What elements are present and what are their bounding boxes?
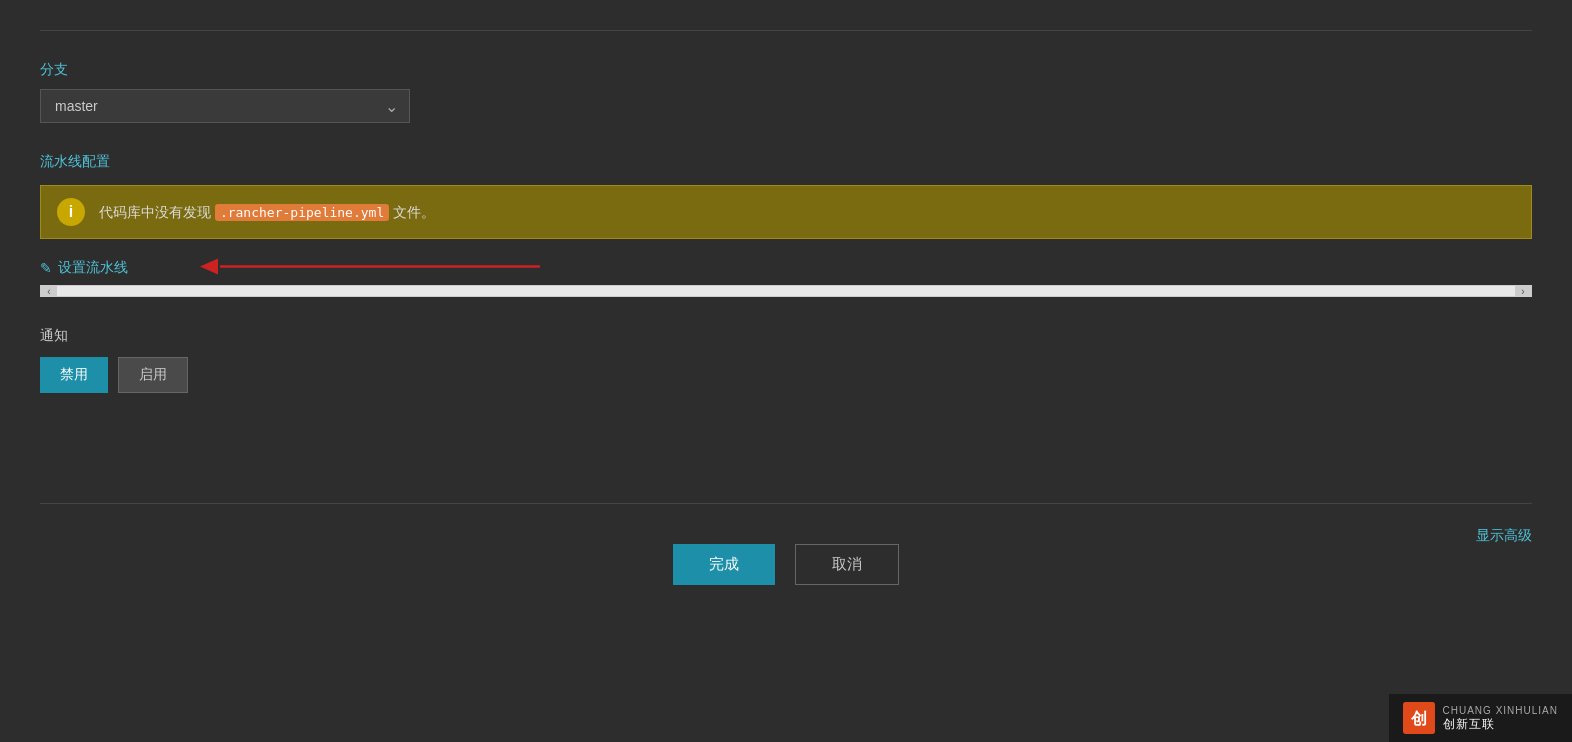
brand-line2: 创新互联 [1443,717,1558,733]
branch-section-label: 分支 [40,61,1532,79]
page-container: 分支 master develop release ⌄ 流水线配置 i 代码库中… [0,0,1572,645]
setup-pipeline-link[interactable]: 设置流水线 [58,259,128,277]
info-icon: i [57,198,85,226]
enable-button[interactable]: 启用 [118,357,188,393]
info-banner-text: 代码库中没有发现 .rancher-pipeline.yml 文件。 [99,202,435,223]
notify-buttons: 禁用 启用 [40,357,1532,393]
disable-button[interactable]: 禁用 [40,357,108,393]
info-text-before: 代码库中没有发现 [99,204,211,220]
cancel-button[interactable]: 取消 [795,544,899,585]
info-banner: i 代码库中没有发现 .rancher-pipeline.yml 文件。 [40,185,1532,239]
edit-icon: ✎ [40,260,52,276]
setup-pipeline-row: ✎ 设置流水线 [40,259,1532,277]
svg-marker-1 [200,259,218,275]
complete-button[interactable]: 完成 [673,544,775,585]
arrow-annotation [200,252,540,285]
bottom-divider [40,503,1532,504]
scroll-left-button[interactable]: ‹ [41,286,57,296]
notify-label: 通知 [40,327,1532,345]
red-arrow-svg [200,252,540,282]
scrollbar-track[interactable]: ‹ › [40,285,1532,297]
branch-select[interactable]: master develop release [40,89,410,123]
scroll-right-button[interactable]: › [1515,286,1531,296]
branch-select-wrapper: master develop release ⌄ [40,89,410,123]
top-divider [40,30,1532,31]
brand-icon-svg: 创 [1403,702,1435,734]
brand-logo: 创 CHUANG XINHULIAN 创新互联 [1389,694,1572,742]
notify-section: 通知 禁用 启用 [40,327,1532,393]
pipeline-config-label: 流水线配置 [40,153,1532,171]
info-banner-code: .rancher-pipeline.yml [215,204,389,221]
brand-line1: CHUANG XINHULIAN [1443,704,1558,717]
footer-buttons: 完成 取消 [40,524,1532,605]
info-text-after: 文件。 [393,204,435,220]
brand-text: CHUANG XINHULIAN 创新互联 [1443,704,1558,733]
show-advanced-link[interactable]: 显示高级 [1476,527,1532,545]
svg-text:创: 创 [1410,710,1427,727]
brand-icon: 创 [1403,702,1435,734]
